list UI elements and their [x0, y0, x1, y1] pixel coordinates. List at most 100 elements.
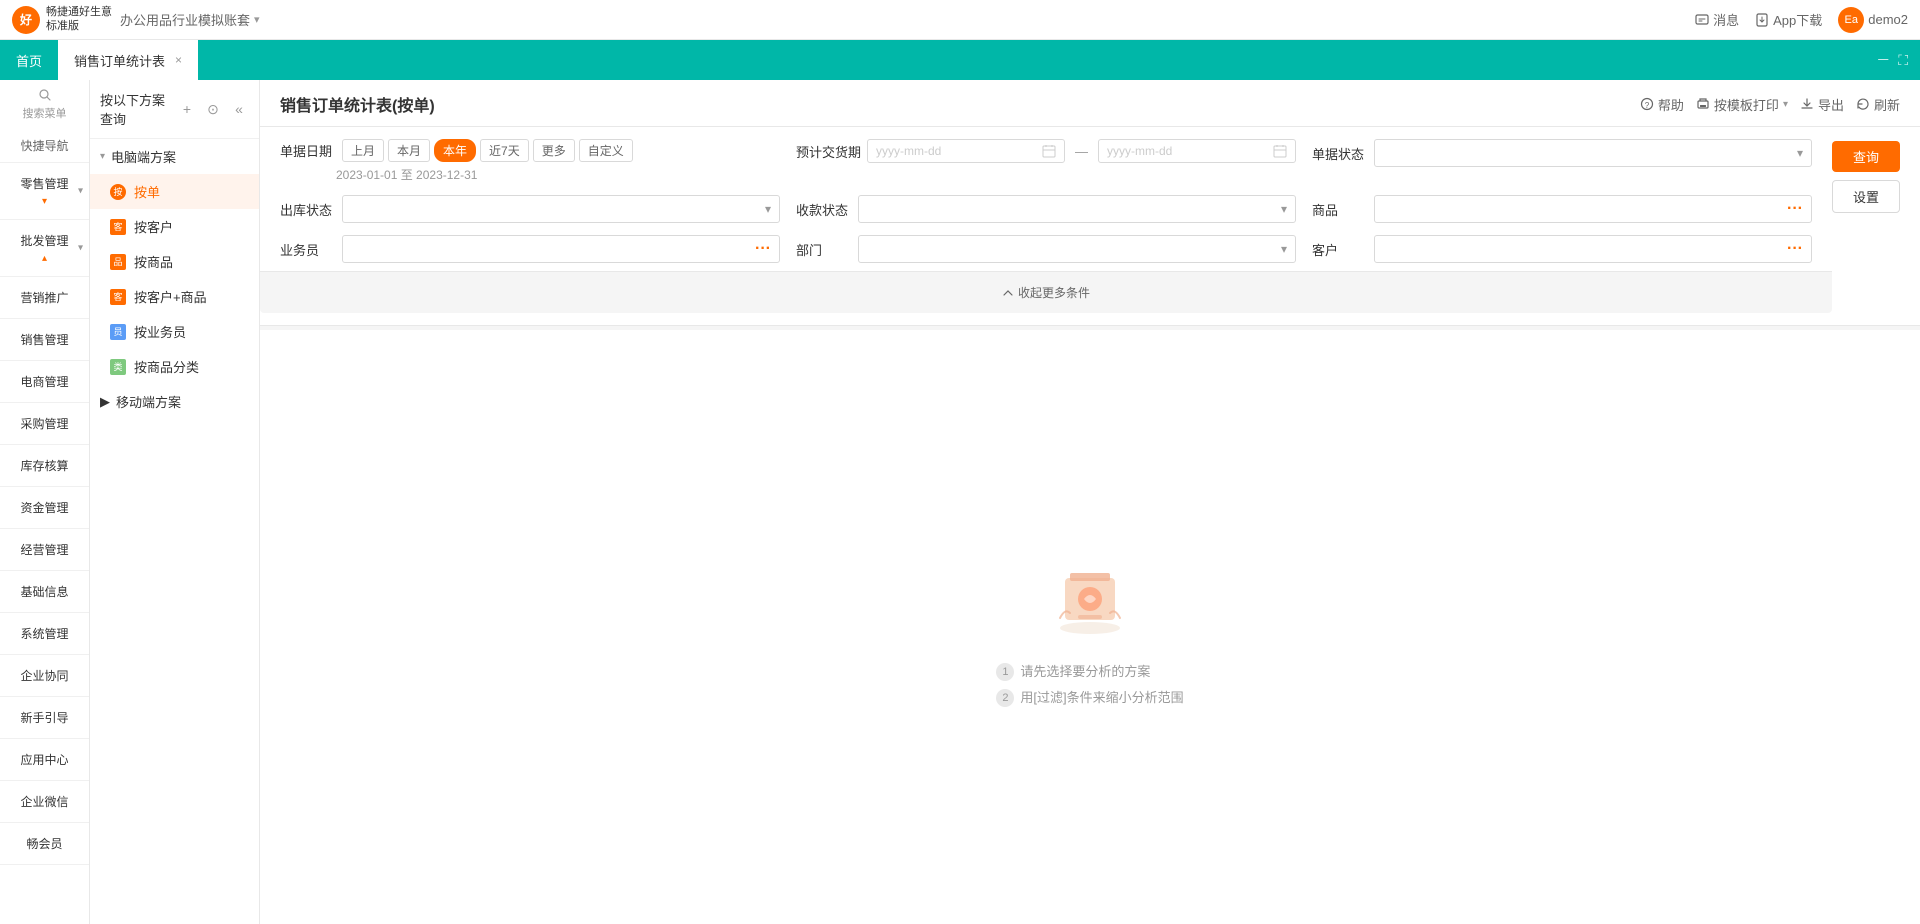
- department-select[interactable]: ▾: [858, 235, 1296, 263]
- last-7days-btn[interactable]: 近7天: [480, 139, 529, 162]
- scheme-by-salesperson[interactable]: 员 按业务员: [90, 314, 259, 349]
- help-btn[interactable]: ? 帮助: [1640, 95, 1684, 114]
- last-month-btn[interactable]: 上月: [342, 139, 384, 162]
- sidebar-item-sales[interactable]: 销售管理: [0, 319, 89, 361]
- scheme-by-order[interactable]: 按 按单: [90, 174, 259, 209]
- refresh-icon: [1856, 97, 1870, 111]
- customer-label: 客户: [1312, 240, 1368, 259]
- sidebar-item-ecommerce[interactable]: 电商管理: [0, 361, 89, 403]
- search-button[interactable]: 查询: [1832, 141, 1900, 172]
- sidebar-item-purchase[interactable]: 采购管理: [0, 403, 89, 445]
- sidebar-search[interactable]: 搜索菜单: [0, 80, 89, 129]
- app-download-btn[interactable]: App下载: [1755, 10, 1822, 29]
- expected-date-filter: 预计交货期 yyyy-mm-dd — yyyy-mm-dd: [796, 139, 1296, 163]
- status-select[interactable]: ▾: [1374, 139, 1812, 167]
- message-btn[interactable]: 消息: [1695, 10, 1739, 29]
- sidebar: 搜索菜单 快捷导航 零售管理 ▾ 批发管理 ▴ 营销推广 销售管理 电商管理 采…: [0, 80, 90, 924]
- setting-button[interactable]: 设置: [1832, 180, 1900, 213]
- left-panel-header: 按以下方案查询 + ⊙ «: [90, 80, 259, 139]
- template-print-btn[interactable]: 按模板打印 ▾: [1696, 95, 1788, 114]
- minimize-icon[interactable]: －: [1876, 50, 1890, 70]
- top-bar: 好 畅捷通好生意 标准版 办公用品行业模拟账套 ▾ 消息 App下载 Ea de…: [0, 0, 1920, 40]
- refresh-btn[interactable]: 刷新: [1856, 95, 1900, 114]
- export-btn[interactable]: 导出: [1800, 95, 1844, 114]
- salesperson-label: 业务员: [280, 240, 336, 259]
- expected-date-start[interactable]: yyyy-mm-dd: [867, 139, 1065, 163]
- tab-close-icon[interactable]: ×: [175, 53, 182, 67]
- customer-select[interactable]: ···: [1374, 235, 1812, 263]
- collection-status-select[interactable]: ▾: [858, 195, 1296, 223]
- maximize-icon[interactable]: ⛶: [1898, 52, 1908, 69]
- message-icon: [1695, 13, 1709, 27]
- more-date-btn[interactable]: 更多: [533, 139, 575, 162]
- scheme-icon-cg: 客: [110, 289, 126, 305]
- desktop-group-header[interactable]: ▾ 电脑端方案: [90, 139, 259, 174]
- sidebar-item-retail[interactable]: 零售管理 ▾: [0, 163, 89, 220]
- sidebar-item-enterprise-wechat[interactable]: 企业微信: [0, 781, 89, 823]
- expected-date-end[interactable]: yyyy-mm-dd: [1098, 139, 1296, 163]
- sidebar-item-app-center[interactable]: 应用中心: [0, 739, 89, 781]
- tab-bar: 首页 销售订单统计表 × － ⛶: [0, 40, 1920, 80]
- tip-num-2: 2: [996, 689, 1014, 707]
- collapse-icon: [1002, 287, 1014, 299]
- collection-status-label: 收款状态: [796, 200, 852, 219]
- sidebar-item-marketing[interactable]: 营销推广: [0, 277, 89, 319]
- this-month-btn[interactable]: 本月: [388, 139, 430, 162]
- sidebar-item-wholesale[interactable]: 批发管理 ▴: [0, 220, 89, 277]
- expected-date-label: 预计交货期: [796, 142, 861, 161]
- tab-home[interactable]: 首页: [0, 40, 58, 80]
- left-panel-actions: + ⊙ «: [177, 99, 249, 119]
- scheme-icon-goods: 品: [110, 254, 126, 270]
- collapse-filter-btn[interactable]: 收起更多条件: [260, 276, 1832, 309]
- left-panel: 按以下方案查询 + ⊙ « ▾ 电脑端方案 按 按单 客 按客: [90, 80, 260, 924]
- sidebar-item-finance[interactable]: 资金管理: [0, 487, 89, 529]
- customer-filter: 客户 ···: [1312, 235, 1812, 263]
- add-scheme-btn[interactable]: +: [177, 99, 197, 119]
- edit-scheme-btn[interactable]: ⊙: [203, 99, 223, 119]
- date-buttons: 上月 本月 本年 近7天 更多 自定义: [342, 139, 633, 162]
- action-buttons: 查询 设置: [1832, 139, 1900, 213]
- search-icon: [38, 88, 52, 102]
- scheme-by-customer[interactable]: 客 按客户: [90, 209, 259, 244]
- filter-area: 单据日期 上月 本月 本年 近7天 更多 自定义: [260, 127, 1920, 326]
- goods-filter: 商品 ···: [1312, 195, 1812, 223]
- tab-sales-order[interactable]: 销售订单统计表 ×: [58, 40, 198, 80]
- sidebar-item-system[interactable]: 系统管理: [0, 613, 89, 655]
- main-panel: 销售订单统计表(按单) ? 帮助 按模板打印 ▾: [260, 80, 1920, 924]
- top-bar-right: 消息 App下载 Ea demo2: [1695, 7, 1908, 33]
- sidebar-quick-nav[interactable]: 快捷导航: [0, 129, 89, 162]
- sidebar-item-member[interactable]: 畅会员: [0, 823, 89, 865]
- tab-bar-actions: － ⛶: [1876, 50, 1920, 70]
- page-header-top: 销售订单统计表(按单) ? 帮助 按模板打印 ▾: [280, 92, 1900, 116]
- out-status-select[interactable]: ▾: [342, 195, 780, 223]
- empty-state: 1 请先选择要分析的方案 2 用[过滤]条件来缩小分析范围: [260, 330, 1920, 924]
- scheme-by-customer-goods[interactable]: 客 按客户+商品: [90, 279, 259, 314]
- logo-icon: 好: [12, 6, 40, 34]
- sidebar-item-newbie[interactable]: 新手引导: [0, 697, 89, 739]
- date-filter-label: 单据日期: [280, 141, 336, 160]
- custom-date-btn[interactable]: 自定义: [579, 139, 633, 162]
- user-area[interactable]: Ea demo2: [1838, 7, 1908, 33]
- scheme-icon-category: 类: [110, 359, 126, 375]
- scheme-by-category[interactable]: 类 按商品分类: [90, 349, 259, 384]
- status-filter: 单据状态 ▾: [1312, 139, 1812, 167]
- scheme-by-goods[interactable]: 品 按商品: [90, 244, 259, 279]
- empty-illustration: [1040, 543, 1140, 643]
- page-actions: ? 帮助 按模板打印 ▾ 导出: [1640, 95, 1900, 114]
- goods-label: 商品: [1312, 200, 1368, 219]
- goods-select[interactable]: ···: [1374, 195, 1812, 223]
- sidebar-item-basic[interactable]: 基础信息: [0, 571, 89, 613]
- main-layout: 搜索菜单 快捷导航 零售管理 ▾ 批发管理 ▴ 营销推广 销售管理 电商管理 采…: [0, 80, 1920, 924]
- sidebar-item-inventory[interactable]: 库存核算: [0, 445, 89, 487]
- collapse-panel-btn[interactable]: «: [229, 99, 249, 119]
- group-arrow-icon: ▾: [100, 151, 105, 162]
- empty-tips: 1 请先选择要分析的方案 2 用[过滤]条件来缩小分析范围: [996, 659, 1183, 711]
- sidebar-item-operation[interactable]: 经营管理: [0, 529, 89, 571]
- this-year-btn[interactable]: 本年: [434, 139, 476, 162]
- sidebar-item-cooperation[interactable]: 企业协同: [0, 655, 89, 697]
- tip-num-1: 1: [996, 663, 1014, 681]
- mobile-group-header[interactable]: ▶ 移动端方案: [90, 384, 259, 419]
- salesperson-select[interactable]: ···: [342, 235, 780, 263]
- page-title: 销售订单统计表(按单): [280, 92, 435, 116]
- department-filter: 部门 ▾: [796, 235, 1296, 263]
